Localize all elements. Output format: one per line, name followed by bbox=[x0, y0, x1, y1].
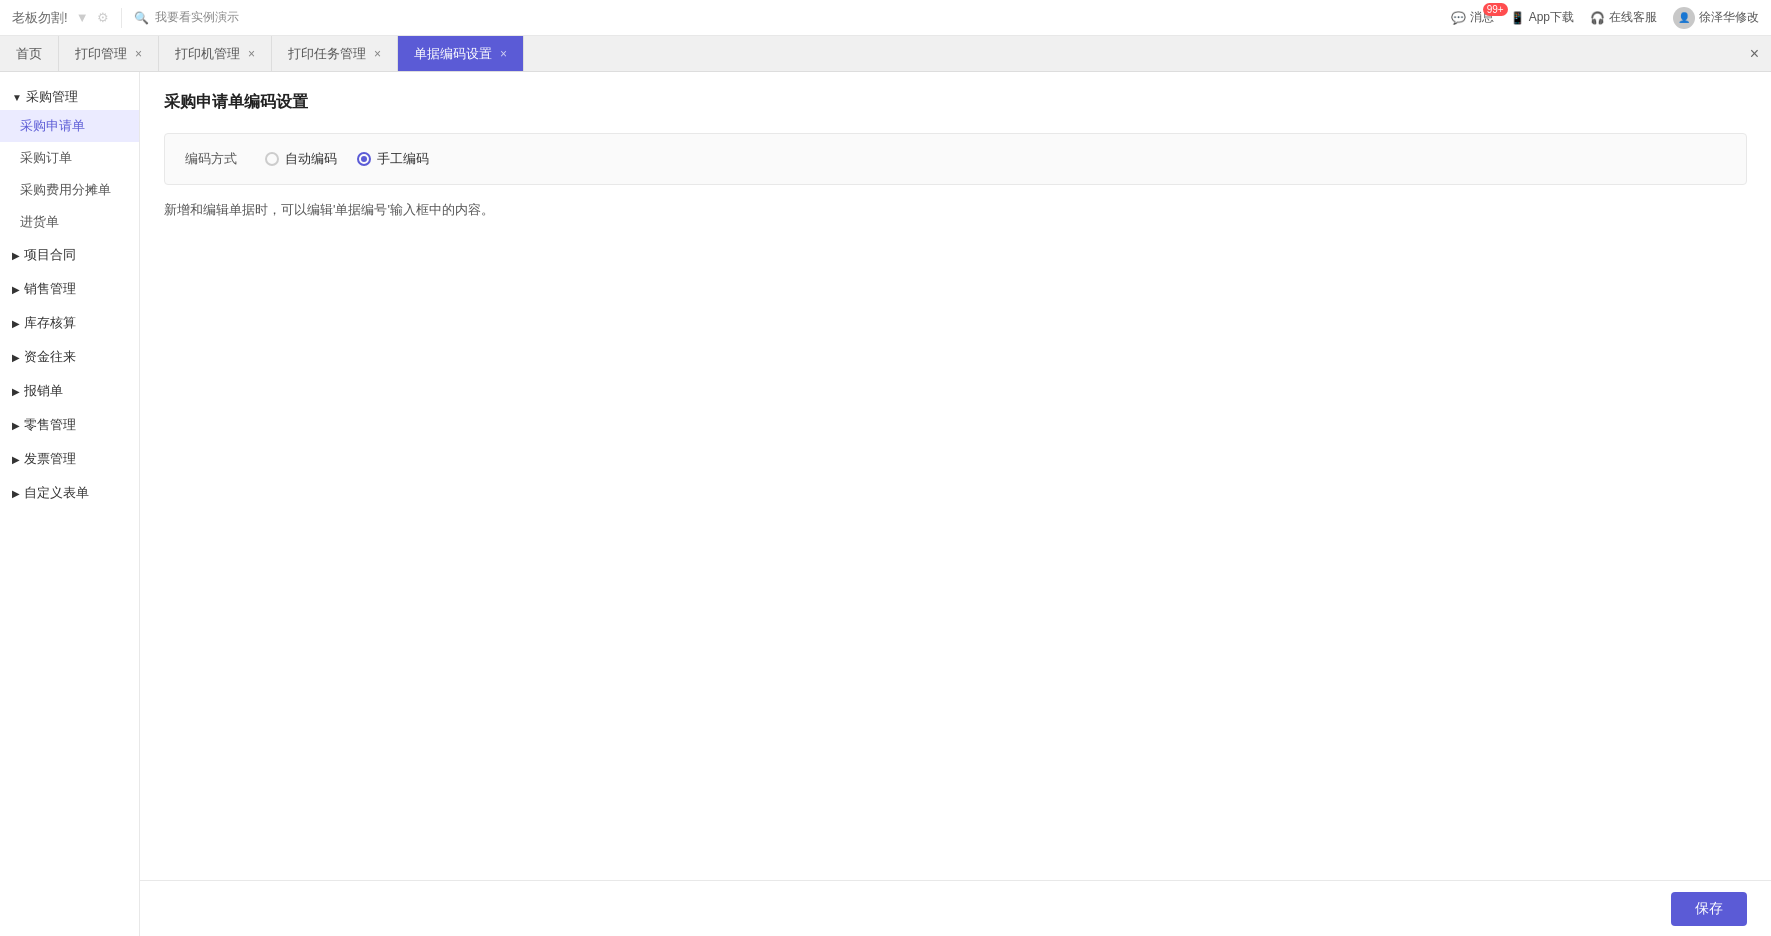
search-icon: 🔍 bbox=[134, 11, 149, 25]
sidebar-item-purchase-request[interactable]: 采购申请单 bbox=[0, 110, 139, 142]
tab-print-task[interactable]: 打印任务管理 × bbox=[272, 36, 398, 71]
message-icon: 💬 bbox=[1451, 11, 1466, 25]
radio-auto-circle[interactable] bbox=[265, 152, 279, 166]
sidebar-group-retail[interactable]: ▶ 零售管理 bbox=[0, 408, 139, 442]
tab-printer-mgmt[interactable]: 打印机管理 × bbox=[159, 36, 272, 71]
chevron-right-icon-5: ▶ bbox=[12, 386, 20, 397]
tab-home[interactable]: 首页 bbox=[0, 36, 59, 71]
encoding-section: 编码方式 自动编码 手工编码 bbox=[164, 133, 1747, 185]
tab-print-mgmt[interactable]: 打印管理 × bbox=[59, 36, 159, 71]
chevron-right-icon-7: ▶ bbox=[12, 454, 20, 465]
save-button[interactable]: 保存 bbox=[1671, 892, 1747, 926]
encoding-row: 编码方式 自动编码 手工编码 bbox=[185, 150, 1726, 168]
avatar: 👤 bbox=[1673, 7, 1695, 29]
sidebar: ▼ 采购管理 采购申请单 采购订单 采购费用分摊单 进货单 ▶ 项目合同 ▶ 销… bbox=[0, 72, 140, 936]
brand-text: 老板勿割! bbox=[12, 9, 68, 27]
app-download-button[interactable]: 📱 App下载 bbox=[1510, 9, 1574, 26]
search-hint[interactable]: 🔍 我要看实例演示 bbox=[134, 9, 239, 26]
tab-bar: 首页 打印管理 × 打印机管理 × 打印任务管理 × 单据编码设置 × × bbox=[0, 36, 1771, 72]
sidebar-group-invoice[interactable]: ▶ 发票管理 bbox=[0, 442, 139, 476]
chevron-right-icon-3: ▶ bbox=[12, 318, 20, 329]
tab-close-printer-mgmt[interactable]: × bbox=[248, 47, 255, 61]
main-layout: ▼ 采购管理 采购申请单 采购订单 采购费用分摊单 进货单 ▶ 项目合同 ▶ 销… bbox=[0, 72, 1771, 936]
page-content-area: 采购申请单编码设置 编码方式 自动编码 手工编码 bbox=[140, 72, 1771, 880]
sidebar-item-purchase-expense[interactable]: 采购费用分摊单 bbox=[0, 174, 139, 206]
sidebar-group-project-contract[interactable]: ▶ 项目合同 bbox=[0, 238, 139, 272]
top-bar: 老板勿割! ▼ ⚙ 🔍 我要看实例演示 💬 消息 99+ 📱 App下载 🎧 在… bbox=[0, 0, 1771, 36]
chevron-right-icon-4: ▶ bbox=[12, 352, 20, 363]
tab-close-print-mgmt[interactable]: × bbox=[135, 47, 142, 61]
service-icon: 🎧 bbox=[1590, 11, 1605, 25]
encoding-label: 编码方式 bbox=[185, 150, 245, 168]
message-button[interactable]: 💬 消息 99+ bbox=[1451, 9, 1494, 26]
sidebar-group-inventory[interactable]: ▶ 库存核算 bbox=[0, 306, 139, 340]
tab-close-print-task[interactable]: × bbox=[374, 47, 381, 61]
chevron-right-icon-6: ▶ bbox=[12, 420, 20, 431]
online-service-button[interactable]: 🎧 在线客服 bbox=[1590, 9, 1657, 26]
sidebar-group-custom-form[interactable]: ▶ 自定义表单 bbox=[0, 476, 139, 510]
top-bar-right: 💬 消息 99+ 📱 App下载 🎧 在线客服 👤 徐泽华修改 bbox=[1451, 7, 1759, 29]
radio-manual-encoding[interactable]: 手工编码 bbox=[357, 150, 429, 168]
chevron-right-icon-2: ▶ bbox=[12, 284, 20, 295]
sidebar-group-returns[interactable]: ▶ 报销单 bbox=[0, 374, 139, 408]
message-badge: 99+ bbox=[1483, 3, 1508, 16]
user-profile-button[interactable]: 👤 徐泽华修改 bbox=[1673, 7, 1759, 29]
close-all-tabs-button[interactable]: × bbox=[1738, 45, 1771, 63]
chevron-right-icon-8: ▶ bbox=[12, 488, 20, 499]
sidebar-item-inbound[interactable]: 进货单 bbox=[0, 206, 139, 238]
encoding-radio-group: 自动编码 手工编码 bbox=[265, 150, 429, 168]
top-bar-left: 老板勿割! ▼ ⚙ 🔍 我要看实例演示 bbox=[12, 8, 239, 28]
app-icon: 📱 bbox=[1510, 11, 1525, 25]
sidebar-item-purchase-order[interactable]: 采购订单 bbox=[0, 142, 139, 174]
tab-barcode-setting[interactable]: 单据编码设置 × bbox=[398, 36, 524, 71]
sidebar-group-purchase[interactable]: ▼ 采购管理 bbox=[0, 80, 139, 110]
radio-auto-encoding[interactable]: 自动编码 bbox=[265, 150, 337, 168]
hint-text: 新增和编辑单据时，可以编辑'单据编号'输入框中的内容。 bbox=[164, 201, 1747, 219]
main-content: 采购申请单编码设置 编码方式 自动编码 手工编码 bbox=[140, 72, 1771, 936]
sidebar-group-funds[interactable]: ▶ 资金往来 bbox=[0, 340, 139, 374]
page-title: 采购申请单编码设置 bbox=[164, 92, 1747, 113]
tab-close-barcode-setting[interactable]: × bbox=[500, 47, 507, 61]
chevron-right-icon-1: ▶ bbox=[12, 250, 20, 261]
sidebar-group-sales[interactable]: ▶ 销售管理 bbox=[0, 272, 139, 306]
radio-manual-circle[interactable] bbox=[357, 152, 371, 166]
chevron-down-icon: ▼ bbox=[12, 92, 22, 103]
page-footer: 保存 bbox=[140, 880, 1771, 936]
